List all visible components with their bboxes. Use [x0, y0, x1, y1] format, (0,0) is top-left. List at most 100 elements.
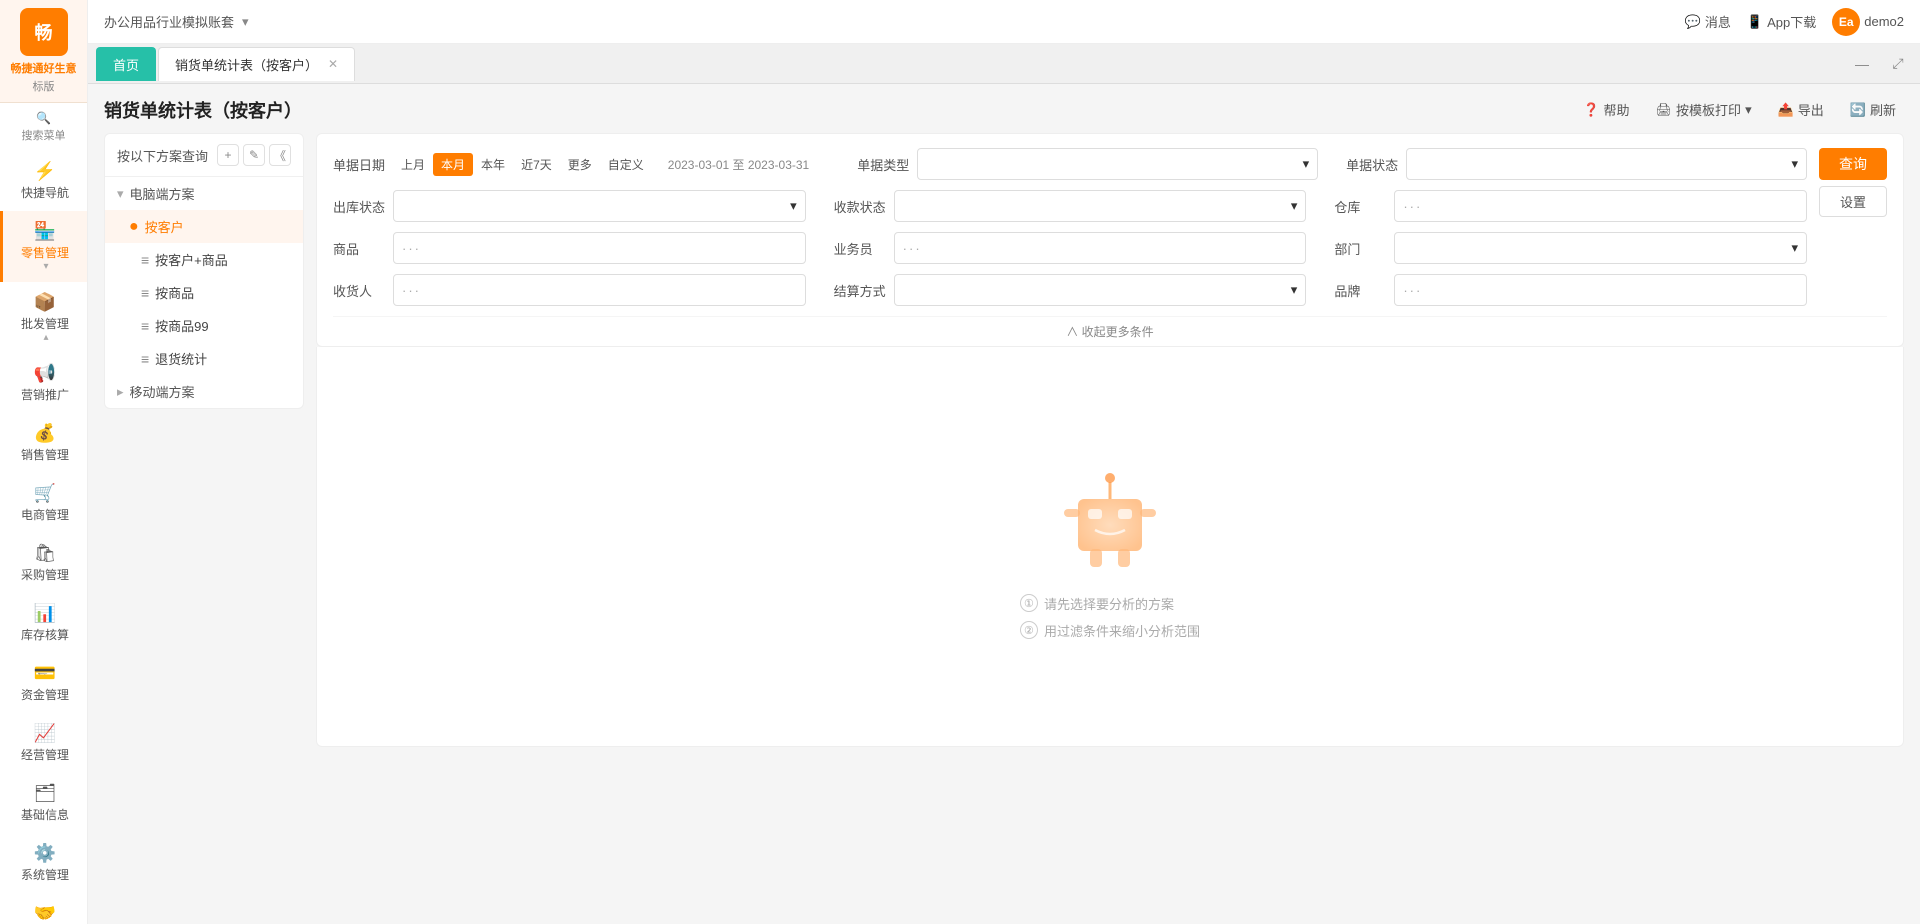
date-tab-this-month[interactable]: 本月 — [433, 153, 473, 176]
purchase-icon: 🛍 — [34, 543, 57, 564]
salesman-filter[interactable]: ··· — [894, 232, 1307, 264]
content-area: 销货单统计表（按客户） ❓ 帮助 🖨 按模板打印 ▾ 📤 导出 🔄 刷新 — [88, 84, 1920, 924]
settle-filter[interactable]: ▾ — [894, 274, 1307, 306]
date-tab-more[interactable]: 更多 — [560, 153, 600, 176]
export-btn[interactable]: 📤 导出 — [1770, 96, 1832, 123]
sidebar-item-ecommerce[interactable]: 🛒 电商管理 — [0, 473, 87, 533]
receipt-status-label: 收款状态 — [834, 197, 886, 216]
receipt-status-filter[interactable]: ▾ — [894, 190, 1307, 222]
tree-section-pc-label: 电脑端方案 — [130, 184, 195, 203]
messages-label: 消息 — [1705, 12, 1731, 31]
help-btn[interactable]: ❓ 帮助 — [1575, 96, 1637, 123]
dept-dropdown-icon: ▾ — [1791, 240, 1798, 256]
left-panel-collapse-btn[interactable]: 《 — [269, 144, 291, 166]
sidebar-item-finance[interactable]: 💳 资金管理 — [0, 653, 87, 713]
sidebar-item-operations-label: 经营管理 — [21, 746, 69, 763]
date-tab-last-month[interactable]: 上月 — [393, 153, 433, 176]
tree-section-mobile[interactable]: ▸ 移动端方案 — [105, 375, 303, 408]
tree-item-goods[interactable]: ≡ 按商品 — [105, 276, 303, 309]
tab-close-icon[interactable]: ✕ — [328, 57, 338, 71]
goods-filter[interactable]: ··· — [393, 232, 806, 264]
sidebar-item-marketing[interactable]: 📢 营销推广 — [0, 353, 87, 413]
tree-item-by-customer[interactable]: ● 按客户 — [105, 210, 303, 243]
warehouse-label: 仓库 — [1334, 197, 1386, 216]
tree-item-customer-goods[interactable]: ≡ 按客户+商品 — [105, 243, 303, 276]
retail-expand-icon: ▾ — [43, 261, 48, 272]
sidebar-item-wholesale[interactable]: 📦 批发管理 ▴ — [0, 282, 87, 353]
status-label: 单据状态 — [1346, 155, 1398, 174]
sidebar: 畅 畅捷通好生意 标版 🔍 搜索菜单 ⚡ 快捷导航 🏪 零售管理 ▾ 📦 批发管… — [0, 0, 88, 924]
left-panel-add-btn[interactable]: + — [217, 144, 239, 166]
sidebar-item-quicknav[interactable]: ⚡ 快捷导航 — [0, 151, 87, 211]
tree-item-return-icon: ≡ — [141, 351, 149, 367]
tab-home[interactable]: 首页 — [96, 47, 156, 81]
receiver-filter[interactable]: ··· — [393, 274, 806, 306]
tab-minimize-btn[interactable]: — — [1848, 50, 1876, 78]
sidebar-item-basics[interactable]: 🗂 基础信息 — [0, 773, 87, 833]
sidebar-item-system[interactable]: ⚙️ 系统管理 — [0, 833, 87, 893]
user-profile[interactable]: Ea demo2 — [1832, 8, 1904, 36]
tabs-bar: 首页 销货单统计表（按客户） ✕ — ⤢ — [88, 44, 1920, 84]
query-button[interactable]: 查询 — [1819, 148, 1887, 180]
collapse-label: ∧ 收起更多条件 — [1066, 323, 1153, 340]
logo-text: 畅捷通好生意 — [11, 60, 77, 76]
app-download-btn[interactable]: 📱 App下载 — [1747, 12, 1816, 31]
dept-filter[interactable]: ▾ — [1394, 232, 1807, 264]
tab-sales-stats[interactable]: 销货单统计表（按客户） ✕ — [158, 47, 355, 81]
settle-label: 结算方式 — [834, 281, 886, 300]
industry-dropdown-icon[interactable]: ▾ — [242, 14, 249, 30]
main-data-area: ① 请先选择要分析的方案 ② 用过滤条件来缩小分析范围 — [316, 347, 1904, 747]
sidebar-item-inventory[interactable]: 📊 库存核算 — [0, 593, 87, 653]
date-tabs: 上月 本月 本年 近7天 更多 自定义 — [393, 153, 652, 176]
warehouse-dots: ··· — [1403, 199, 1422, 214]
print-dropdown-icon: ▾ — [1745, 102, 1752, 118]
out-status-filter[interactable]: ▾ — [393, 190, 806, 222]
help-label: 帮助 — [1604, 100, 1630, 119]
tree-section-pc[interactable]: ▾ 电脑端方案 — [105, 177, 303, 210]
left-panel-edit-btn[interactable]: ✎ — [243, 144, 265, 166]
sidebar-item-sales-label: 销售管理 — [21, 446, 69, 463]
tree-section-mobile-label: 移动端方案 — [130, 382, 195, 401]
sidebar-item-purchase[interactable]: 🛍 采购管理 — [0, 533, 87, 593]
refresh-btn[interactable]: 🔄 刷新 — [1842, 96, 1904, 123]
date-tab-this-year[interactable]: 本年 — [473, 153, 513, 176]
warehouse-filter[interactable]: ··· — [1394, 190, 1807, 222]
status-filter[interactable]: ▾ — [1406, 148, 1807, 180]
sidebar-item-operations[interactable]: 📈 经营管理 — [0, 713, 87, 773]
tree-item-goods99[interactable]: ≡ 按商品99 — [105, 309, 303, 342]
left-panel-header: 按以下方案查询 + ✎ 《 — [105, 134, 303, 177]
collapse-row[interactable]: ∧ 收起更多条件 — [333, 316, 1887, 346]
date-tab-7days[interactable]: 近7天 — [513, 153, 560, 176]
message-icon: 💬 — [1685, 14, 1701, 30]
out-status-label: 出库状态 — [333, 197, 385, 216]
tip-num-2: ② — [1020, 621, 1038, 639]
sidebar-item-retail[interactable]: 🏪 零售管理 ▾ — [0, 211, 87, 282]
tree-item-return-label: 退货统计 — [155, 349, 207, 368]
tree-item-return-stats[interactable]: ≡ 退货统计 — [105, 342, 303, 375]
tip-1-text: 请先选择要分析的方案 — [1044, 594, 1174, 613]
sidebar-item-sales[interactable]: 💰 销售管理 — [0, 413, 87, 473]
tree-item-goods99-icon: ≡ — [141, 318, 149, 334]
logo-area: 畅 畅捷通好生意 标版 — [0, 0, 87, 103]
tree-arrow-down: ▾ — [117, 186, 124, 202]
settings-button[interactable]: 设置 — [1819, 186, 1887, 217]
tab-maximize-btn[interactable]: ⤢ — [1884, 50, 1912, 78]
search-label: 搜索菜单 — [22, 127, 66, 143]
messages-btn[interactable]: 💬 消息 — [1685, 12, 1731, 31]
ecommerce-icon: 🛒 — [34, 483, 56, 504]
sidebar-item-enterprise[interactable]: 🤝 企业协同 — [0, 893, 87, 924]
dept-label: 部门 — [1334, 239, 1386, 258]
sidebar-item-system-label: 系统管理 — [21, 866, 69, 883]
print-btn[interactable]: 🖨 按模板打印 ▾ — [1648, 96, 1760, 123]
empty-tip-1: ① 请先选择要分析的方案 — [1020, 594, 1200, 613]
main-area: 办公用品行业模拟账套 ▾ 💬 消息 📱 App下载 Ea demo2 首页 — [88, 0, 1920, 924]
out-status-dropdown-icon: ▾ — [790, 198, 797, 214]
date-tab-custom[interactable]: 自定义 — [600, 153, 652, 176]
brand-filter[interactable]: ··· — [1394, 274, 1807, 306]
sidebar-item-retail-label: 零售管理 — [21, 244, 69, 261]
search-menu-item[interactable]: 🔍 搜索菜单 — [0, 103, 87, 151]
sidebar-item-purchase-label: 采购管理 — [21, 566, 69, 583]
empty-illustration — [1050, 454, 1170, 574]
export-label: 导出 — [1798, 100, 1824, 119]
type-filter[interactable]: ▾ — [917, 148, 1318, 180]
